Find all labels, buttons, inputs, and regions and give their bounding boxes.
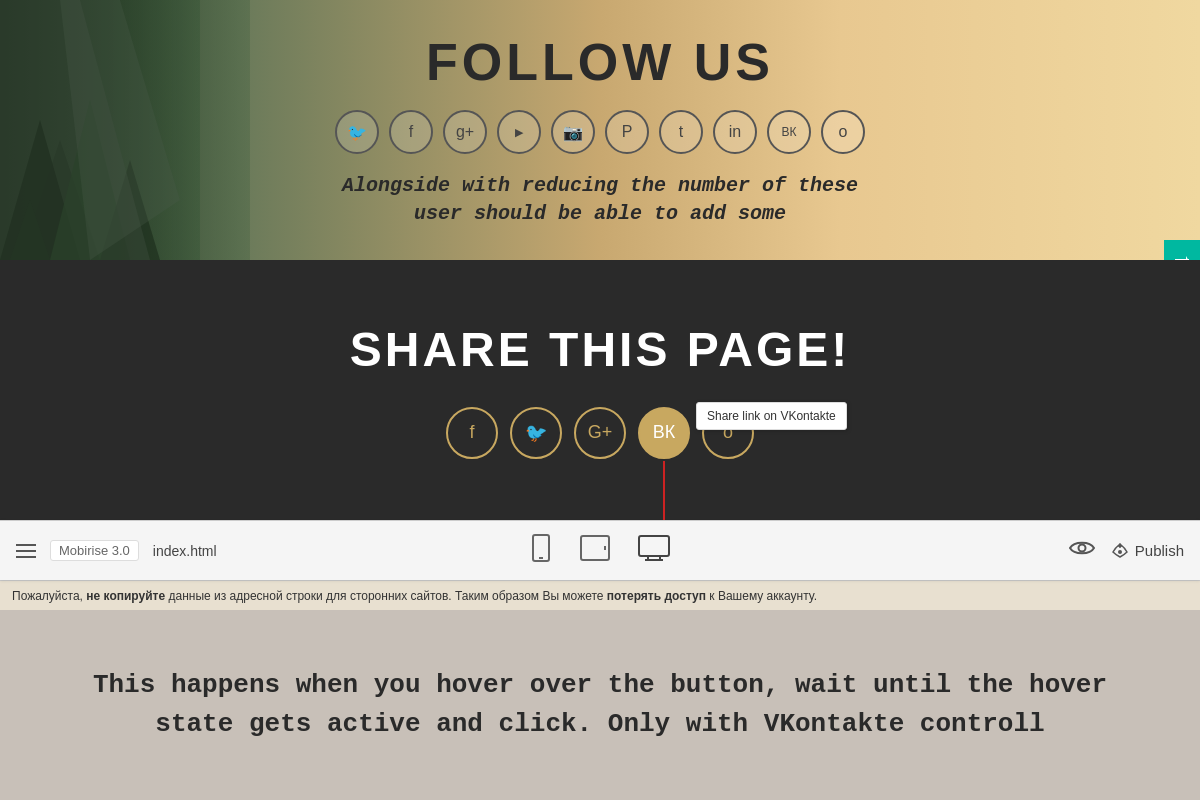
annotation-text: This happens when you hover over the but… bbox=[60, 666, 1140, 744]
share-icons-row: f 🐦 G+ ВК Share link on VKontakte о bbox=[446, 407, 754, 459]
share-title: SHARE THIS PAGE! bbox=[350, 322, 850, 377]
share-vk-container: ВК Share link on VKontakte bbox=[638, 407, 690, 459]
follow-youtube-icon[interactable]: ▶ bbox=[497, 110, 541, 154]
preview-icon[interactable] bbox=[1069, 539, 1095, 562]
file-name-label: index.html bbox=[153, 543, 217, 559]
panel-toggle-icon[interactable] bbox=[1164, 240, 1200, 260]
share-section: SHARE THIS PAGE! f 🐦 G+ ВК Share link on… bbox=[0, 260, 1200, 520]
follow-subtitle: Alongside with reducing the number of th… bbox=[342, 172, 858, 228]
svg-rect-18 bbox=[639, 536, 669, 556]
follow-vk-icon[interactable]: ВК bbox=[767, 110, 811, 154]
follow-twitter-icon[interactable]: 🐦 bbox=[335, 110, 379, 154]
share-facebook-icon[interactable]: f bbox=[446, 407, 498, 459]
toolbar-left: Mobirise 3.0 index.html bbox=[16, 540, 217, 561]
mobile-view-icon[interactable] bbox=[526, 530, 556, 571]
mountain-illustration bbox=[0, 0, 250, 260]
follow-instagram-icon[interactable]: 📷 bbox=[551, 110, 595, 154]
warning-bar: Пожалуйста, не копируйте данные из адрес… bbox=[0, 580, 1200, 610]
svg-point-22 bbox=[1078, 545, 1085, 552]
share-twitter-icon[interactable]: 🐦 bbox=[510, 407, 562, 459]
top-section: FOLLOW US 🐦 f g+ ▶ 📷 P t in ВК о Alongsi… bbox=[0, 0, 1200, 260]
warning-text: Пожалуйста, не копируйте данные из адрес… bbox=[12, 589, 817, 603]
bottom-annotation-section: This happens when you hover over the but… bbox=[0, 610, 1200, 800]
follow-facebook-icon[interactable]: f bbox=[389, 110, 433, 154]
follow-tumblr-icon[interactable]: t bbox=[659, 110, 703, 154]
svg-point-23 bbox=[1118, 550, 1122, 554]
toolbar-view-switcher bbox=[526, 530, 674, 571]
follow-us-title: FOLLOW US bbox=[426, 32, 774, 92]
follow-ok-icon[interactable]: о bbox=[821, 110, 865, 154]
vk-tooltip: Share link on VKontakte bbox=[696, 402, 847, 430]
toolbar-right: Publish bbox=[1069, 539, 1184, 562]
follow-googleplus-icon[interactable]: g+ bbox=[443, 110, 487, 154]
hamburger-menu[interactable] bbox=[16, 544, 36, 558]
mobirise-toolbar: Mobirise 3.0 index.html bbox=[0, 520, 1200, 580]
share-googleplus-icon[interactable]: G+ bbox=[574, 407, 626, 459]
follow-linkedin-icon[interactable]: in bbox=[713, 110, 757, 154]
app-title-badge: Mobirise 3.0 bbox=[50, 540, 139, 561]
share-vk-icon[interactable]: ВК bbox=[638, 407, 690, 459]
tablet-view-icon[interactable] bbox=[576, 531, 614, 570]
follow-pinterest-icon[interactable]: P bbox=[605, 110, 649, 154]
publish-button[interactable]: Publish bbox=[1111, 542, 1184, 560]
publish-label: Publish bbox=[1135, 542, 1184, 559]
follow-icons-row: 🐦 f g+ ▶ 📷 P t in ВК о bbox=[335, 110, 865, 154]
desktop-view-icon[interactable] bbox=[634, 531, 674, 570]
